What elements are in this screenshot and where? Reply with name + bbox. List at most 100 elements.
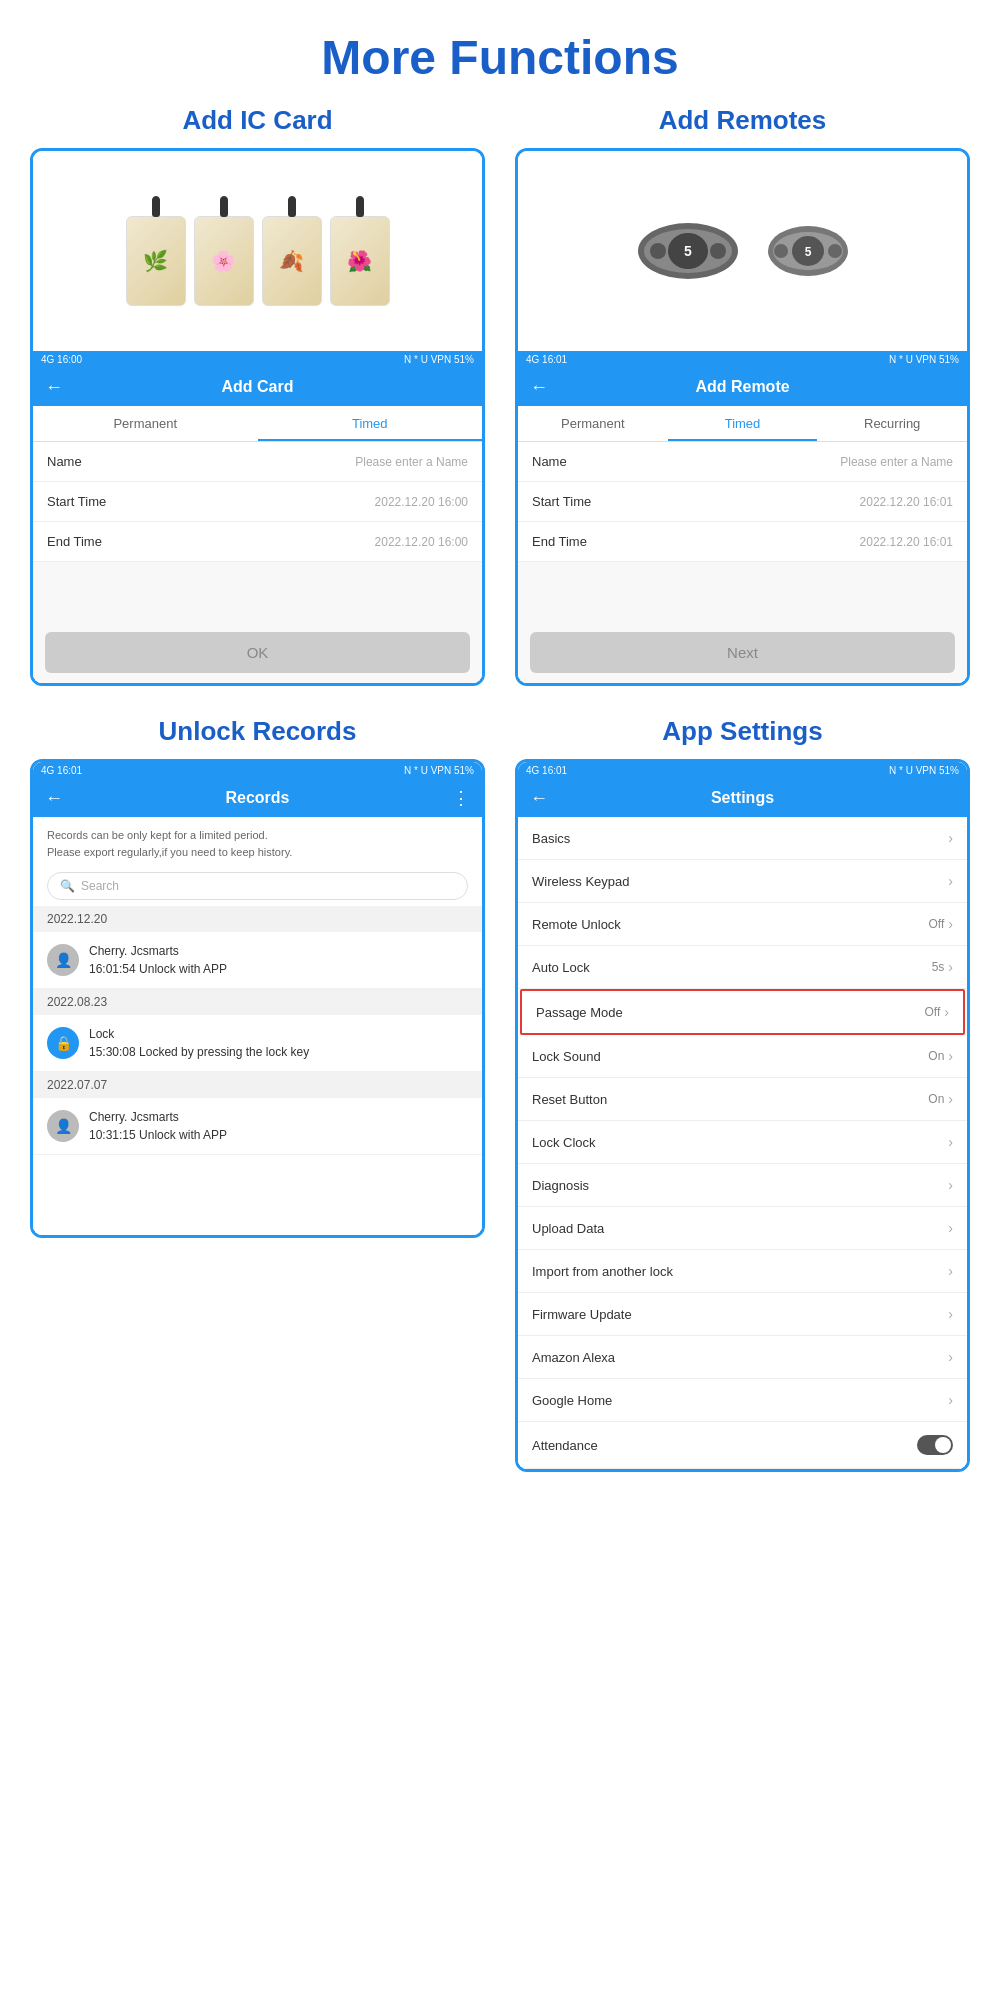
svg-point-11	[828, 244, 842, 258]
settings-label-remote-unlock: Remote Unlock	[532, 917, 621, 932]
add-remotes-section: Add Remotes 5 5	[515, 105, 970, 686]
add-remote-header-title: Add Remote	[695, 378, 789, 396]
status-bar-2: 4G 16:01 N * U VPN 51%	[518, 351, 967, 368]
settings-row-upload-data[interactable]: Upload Data ›	[518, 1207, 967, 1250]
settings-label-wireless-keypad: Wireless Keypad	[532, 874, 630, 889]
records-search-bar[interactable]: 🔍 Search	[47, 872, 468, 900]
records-header: ← Records ⋮	[33, 779, 482, 817]
remote-end-value[interactable]: 2022.12.20 16:01	[860, 535, 953, 549]
lock-sound-value: On	[928, 1049, 944, 1063]
tab-timed-remote[interactable]: Timed	[668, 406, 818, 441]
remote-next-button[interactable]: Next	[530, 632, 955, 673]
record-avatar-2: 🔒	[47, 1027, 79, 1059]
settings-app-ui: 4G 16:01 N * U VPN 51% ← Settings Basics…	[518, 762, 967, 1469]
status-right-1: N * U VPN 51%	[404, 354, 474, 365]
attendance-toggle[interactable]	[917, 1435, 953, 1455]
app-settings-section: App Settings 4G 16:01 N * U VPN 51% ← Se…	[515, 716, 970, 1472]
settings-right-reset: On ›	[928, 1091, 953, 1107]
records-header-title: Records	[225, 789, 289, 807]
records-info-text: Records can be only kept for a limited p…	[33, 817, 482, 866]
status-bar-3: 4G 16:01 N * U VPN 51%	[33, 762, 482, 779]
records-info-line1: Records can be only kept for a limited p…	[47, 827, 468, 844]
ic-cards-display: 🌿 🌸 🍂 🌺	[106, 176, 410, 326]
unlock-records-section: Unlock Records 4G 16:01 N * U VPN 51% ← …	[30, 716, 485, 1472]
settings-right-upload: ›	[948, 1220, 953, 1236]
settings-row-diagnosis[interactable]: Diagnosis ›	[518, 1164, 967, 1207]
settings-label-diagnosis: Diagnosis	[532, 1178, 589, 1193]
settings-right-import: ›	[948, 1263, 953, 1279]
chevron-alexa: ›	[948, 1349, 953, 1365]
chevron-passage: ›	[944, 1004, 949, 1020]
record-user-3: Cherry. Jcsmarts	[89, 1108, 227, 1126]
back-arrow-4[interactable]: ←	[530, 788, 548, 809]
settings-row-amazon-alexa[interactable]: Amazon Alexa ›	[518, 1336, 967, 1379]
settings-row-reset-button[interactable]: Reset Button On ›	[518, 1078, 967, 1121]
auto-lock-value: 5s	[932, 960, 945, 974]
settings-frame: 4G 16:01 N * U VPN 51% ← Settings Basics…	[515, 759, 970, 1472]
settings-label-reset-button: Reset Button	[532, 1092, 607, 1107]
tab-recurring-remote[interactable]: Recurring	[817, 406, 967, 441]
card-ok-button[interactable]: OK	[45, 632, 470, 673]
tab-permanent-card[interactable]: Permanent	[33, 406, 258, 441]
record-item-2: 🔒 Lock 15:30:08 Locked by pressing the l…	[33, 1015, 482, 1072]
records-menu-dots[interactable]: ⋮	[452, 787, 470, 809]
card-end-value[interactable]: 2022.12.20 16:00	[375, 535, 468, 549]
settings-row-basics[interactable]: Basics ›	[518, 817, 967, 860]
settings-row-google-home[interactable]: Google Home ›	[518, 1379, 967, 1422]
chevron-remote: ›	[948, 916, 953, 932]
status-right-4: N * U VPN 51%	[889, 765, 959, 776]
card-start-value[interactable]: 2022.12.20 16:00	[375, 495, 468, 509]
add-card-header-title: Add Card	[222, 378, 294, 396]
settings-right-locksound: On ›	[928, 1048, 953, 1064]
tab-permanent-remote[interactable]: Permanent	[518, 406, 668, 441]
settings-label-lock-sound: Lock Sound	[532, 1049, 601, 1064]
settings-row-auto-lock[interactable]: Auto Lock 5s ›	[518, 946, 967, 989]
records-frame: 4G 16:01 N * U VPN 51% ← Records ⋮ Recor…	[30, 759, 485, 1238]
back-arrow-2[interactable]: ←	[530, 377, 548, 398]
date-header-1: 2022.12.20	[33, 906, 482, 932]
add-ic-card-title: Add IC Card	[182, 105, 332, 136]
remote-start-value[interactable]: 2022.12.20 16:01	[860, 495, 953, 509]
status-left-2: 4G 16:01	[526, 354, 567, 365]
remote-form-spacer	[518, 562, 967, 622]
chevron-wireless: ›	[948, 873, 953, 889]
record-avatar-1: 👤	[47, 944, 79, 976]
remote-name-value[interactable]: Please enter a Name	[840, 455, 953, 469]
record-action-1: 16:01:54 Unlock with APP	[89, 960, 227, 978]
card-name-row: Name Please enter a Name	[33, 442, 482, 482]
passage-mode-value: Off	[925, 1005, 941, 1019]
top-sections-grid: Add IC Card 🌿 🌸 🍂	[30, 105, 970, 686]
settings-right-alexa: ›	[948, 1349, 953, 1365]
settings-row-passage-mode[interactable]: Passage Mode Off ›	[520, 989, 965, 1035]
settings-label-firmware: Firmware Update	[532, 1307, 632, 1322]
records-info-line2: Please export regularly,if you need to k…	[47, 844, 468, 861]
add-ic-card-section: Add IC Card 🌿 🌸 🍂	[30, 105, 485, 686]
record-text-2: Lock 15:30:08 Locked by pressing the loc…	[89, 1025, 309, 1061]
settings-label-import-lock: Import from another lock	[532, 1264, 673, 1279]
bottom-sections-grid: Unlock Records 4G 16:01 N * U VPN 51% ← …	[30, 716, 970, 1472]
remote-name-label: Name	[532, 454, 567, 469]
back-arrow-3[interactable]: ←	[45, 788, 63, 809]
settings-row-lock-sound[interactable]: Lock Sound On ›	[518, 1035, 967, 1078]
settings-label-lock-clock: Lock Clock	[532, 1135, 596, 1150]
status-bar-4: 4G 16:01 N * U VPN 51%	[518, 762, 967, 779]
card-start-label: Start Time	[47, 494, 106, 509]
settings-row-attendance[interactable]: Attendance	[518, 1422, 967, 1469]
back-arrow-1[interactable]: ←	[45, 377, 63, 398]
settings-row-import-lock[interactable]: Import from another lock ›	[518, 1250, 967, 1293]
svg-text:5: 5	[804, 245, 811, 259]
settings-row-wireless-keypad[interactable]: Wireless Keypad ›	[518, 860, 967, 903]
settings-row-lock-clock[interactable]: Lock Clock ›	[518, 1121, 967, 1164]
settings-row-remote-unlock[interactable]: Remote Unlock Off ›	[518, 903, 967, 946]
ic-card-2: 🌸	[194, 216, 254, 306]
date-header-2: 2022.08.23	[33, 989, 482, 1015]
card-name-value[interactable]: Please enter a Name	[355, 455, 468, 469]
settings-label-google-home: Google Home	[532, 1393, 612, 1408]
card-end-row: End Time 2022.12.20 16:00	[33, 522, 482, 562]
add-card-header: ← Add Card	[33, 368, 482, 406]
settings-header: ← Settings	[518, 779, 967, 817]
chevron-lockclock: ›	[948, 1134, 953, 1150]
tab-timed-card[interactable]: Timed	[258, 406, 483, 441]
card-name-label: Name	[47, 454, 82, 469]
settings-row-firmware[interactable]: Firmware Update ›	[518, 1293, 967, 1336]
